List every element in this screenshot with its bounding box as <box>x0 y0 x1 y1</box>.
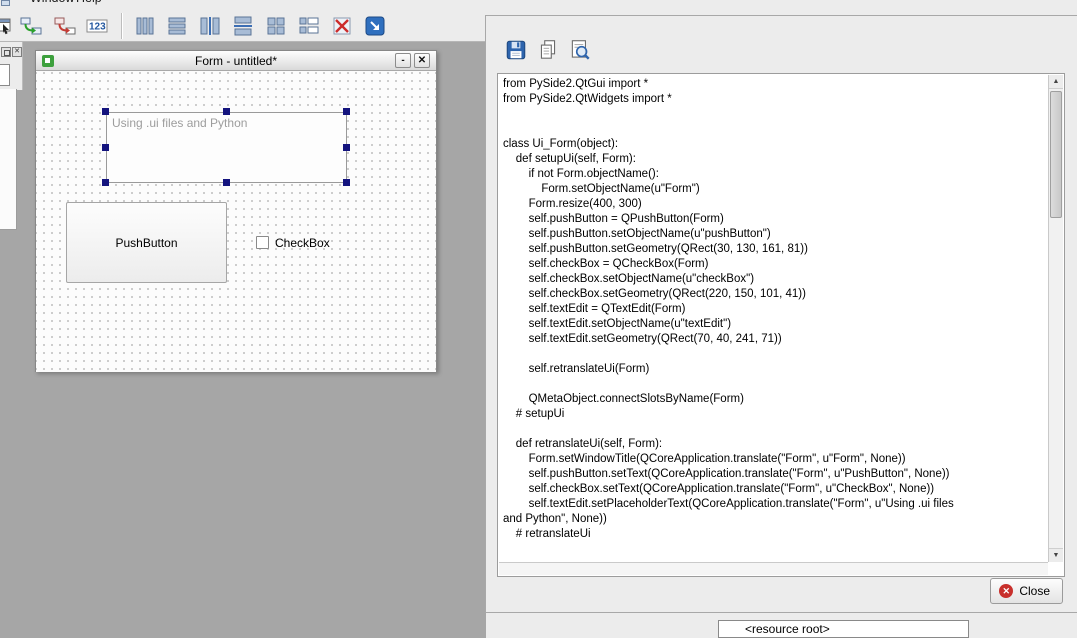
edit-signals-slots-button[interactable] <box>17 12 45 40</box>
scroll-up-button[interactable]: ▲ <box>1049 75 1063 89</box>
form-window-icon <box>42 55 54 67</box>
layout-vertical-icon <box>166 15 188 37</box>
widgetbox-list <box>0 89 17 230</box>
code-editor: from PySide2.QtGui import * from PySide2… <box>497 73 1065 577</box>
layout-form-icon <box>298 15 320 37</box>
selection-handle-top-left[interactable] <box>102 108 109 115</box>
form-editor-window: Form - untitled* - ✕ Using .ui files and… <box>35 50 437 372</box>
menubar: Window Help <box>0 0 300 7</box>
break-layout-icon <box>331 15 353 37</box>
qt-designer-screen: Window Help <box>0 0 1077 638</box>
layout-horizontal-icon <box>134 15 156 37</box>
close-button[interactable]: ✕ Close <box>990 578 1063 604</box>
edit-tab-order-icon: 123 <box>86 15 108 37</box>
resource-root-item[interactable]: <resource root> <box>718 620 969 638</box>
selection-handle-bottom-right[interactable] <box>343 179 350 186</box>
textedit-widget[interactable]: Using .ui files and Python <box>106 112 347 183</box>
close-icon: ✕ <box>999 584 1013 598</box>
find-icon <box>568 38 592 62</box>
layout-form-button[interactable] <box>295 12 323 40</box>
code-text[interactable]: from PySide2.QtGui import * from PySide2… <box>499 75 1048 544</box>
form-window-titlebar[interactable]: Form - untitled* - ✕ <box>36 51 436 71</box>
scroll-down-button[interactable]: ▼ <box>1049 548 1063 562</box>
menu-icon <box>1 0 10 6</box>
edit-buddies-button[interactable] <box>51 12 79 40</box>
save-button[interactable] <box>503 37 529 63</box>
selection-handle-bottom-middle[interactable] <box>223 179 230 186</box>
selection-handle-middle-left[interactable] <box>102 144 109 151</box>
widgetbox-filter-input[interactable] <box>0 64 10 86</box>
layout-vertical-splitter-button[interactable] <box>229 12 257 40</box>
selection-handle-middle-right[interactable] <box>343 144 350 151</box>
dock-float-button[interactable] <box>1 47 11 57</box>
menu-help[interactable]: Help <box>76 0 102 5</box>
layout-grid-button[interactable] <box>262 12 290 40</box>
break-layout-button[interactable] <box>328 12 356 40</box>
form-canvas: Using .ui files and Python PushButton Ch… <box>36 72 436 372</box>
layout-horizontal-splitter-icon <box>199 15 221 37</box>
code-preview-dialog: from PySide2.QtGui import * from PySide2… <box>485 15 1077 613</box>
toolbar-separator <box>121 13 122 39</box>
adjust-size-button[interactable] <box>361 12 389 40</box>
adjust-size-icon <box>364 15 386 37</box>
edit-tab-order-button[interactable]: 123 <box>83 12 111 40</box>
copy-icon <box>536 38 560 62</box>
edit-widgets-button[interactable] <box>0 12 16 40</box>
vertical-scrollbar[interactable]: ▲ ▼ <box>1048 75 1063 562</box>
dock-close-icon: ✕ <box>14 48 20 55</box>
textedit-placeholder: Using .ui files and Python <box>107 113 346 133</box>
layout-horizontal-button[interactable] <box>131 12 159 40</box>
close-button-label: Close <box>1019 584 1050 598</box>
code-viewport: from PySide2.QtGui import * from PySide2… <box>499 75 1048 562</box>
selection-handle-top-middle[interactable] <box>223 108 230 115</box>
edit-signals-slots-icon <box>20 15 42 37</box>
pushbutton-label: PushButton <box>115 236 177 250</box>
menu-window[interactable]: Window <box>30 0 74 5</box>
layout-grid-icon <box>265 15 287 37</box>
edit-buddies-icon <box>54 15 76 37</box>
selection-handle-top-right[interactable] <box>343 108 350 115</box>
arrow-down-icon: ▼ <box>1053 552 1060 559</box>
checkbox-indicator <box>256 236 269 249</box>
scrollbar-thumb[interactable] <box>1050 91 1062 218</box>
save-icon <box>504 38 528 62</box>
layout-vertical-splitter-icon <box>232 15 254 37</box>
arrow-up-icon: ▲ <box>1053 78 1060 85</box>
find-button[interactable] <box>567 37 593 63</box>
dock-close-button[interactable]: ✕ <box>12 47 22 57</box>
layout-horizontal-splitter-button[interactable] <box>196 12 224 40</box>
svg-text:123: 123 <box>89 22 106 33</box>
form-close-button[interactable]: ✕ <box>414 53 430 68</box>
pushbutton-widget[interactable]: PushButton <box>66 202 227 283</box>
checkbox-widget[interactable]: CheckBox <box>256 222 357 263</box>
edit-widgets-icon <box>0 15 13 37</box>
selection-handle-bottom-left[interactable] <box>102 179 109 186</box>
form-minimize-button[interactable]: - <box>395 53 411 68</box>
form-window-title: Form - untitled* <box>195 54 277 68</box>
copy-button[interactable] <box>535 37 561 63</box>
horizontal-scrollbar[interactable] <box>499 562 1048 575</box>
layout-vertical-button[interactable] <box>163 12 191 40</box>
checkbox-label: CheckBox <box>275 236 330 250</box>
